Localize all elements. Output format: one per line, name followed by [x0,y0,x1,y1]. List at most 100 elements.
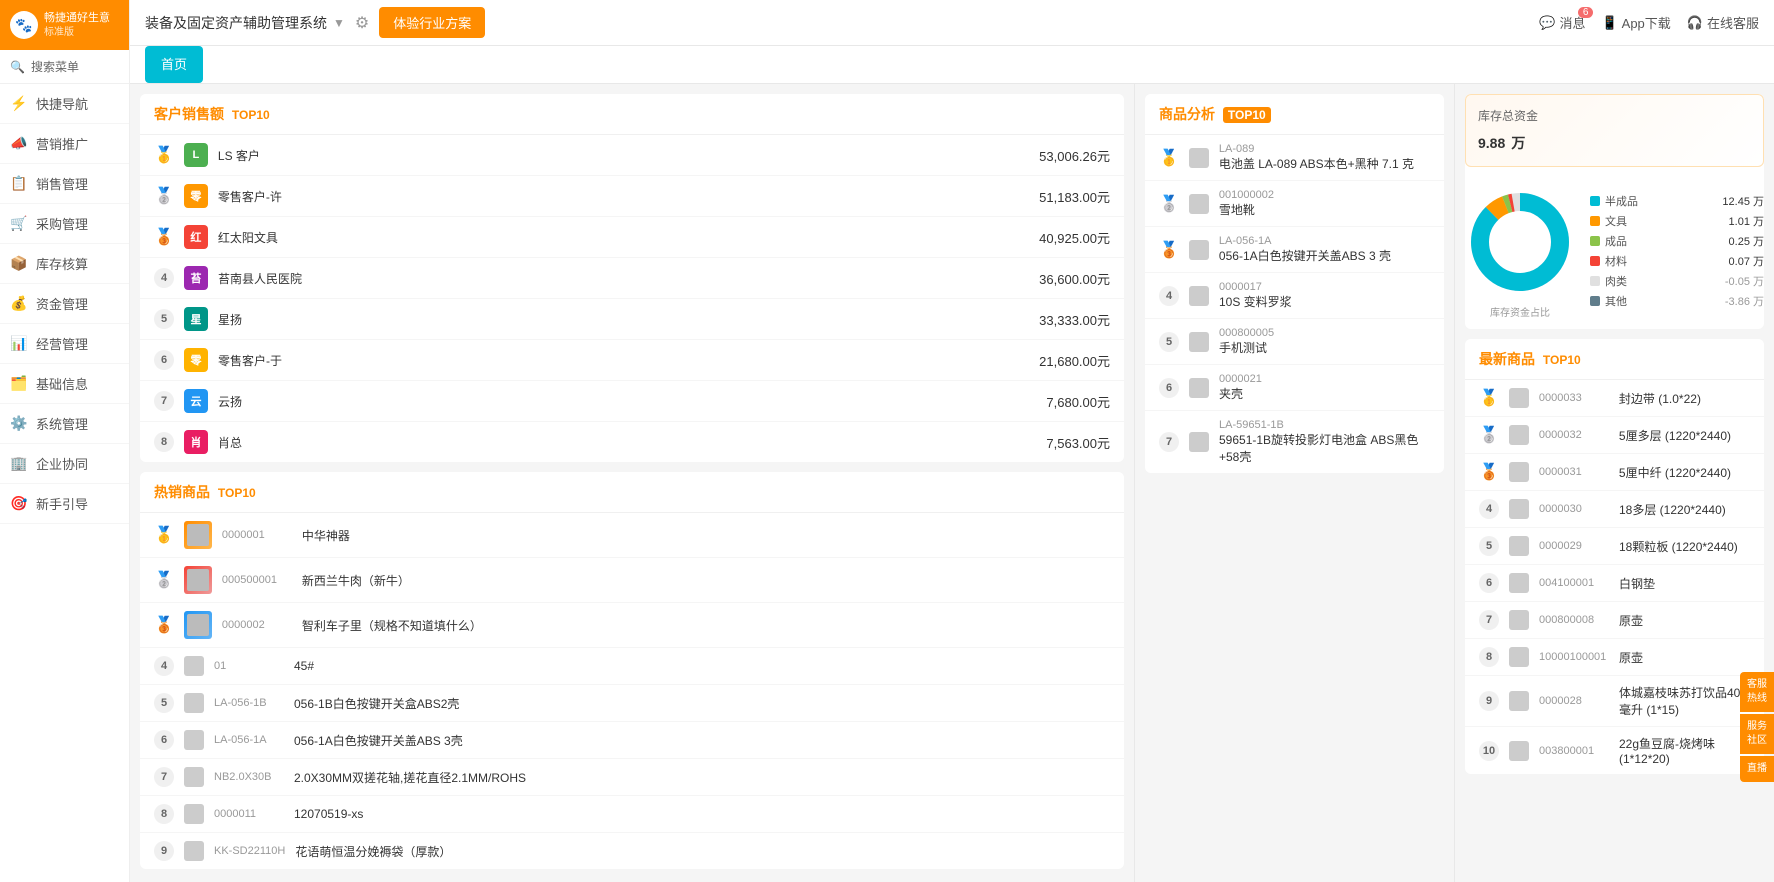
customer-amount-1: 53,006.26元 [1039,146,1110,165]
sidebar-item-inventory[interactable]: 📦 库存核算 [0,244,129,284]
search-menu-label: 搜索菜单 [31,58,79,75]
legend-name-1: 文具 [1605,213,1627,229]
product-img-7 [184,767,204,787]
hot-product-code-2: 000500001 [222,574,292,586]
hot-products-card: 热销商品 TOP10 🥇 0000001 中华神器 🥈 [140,472,1124,869]
hot-product-name-9: 花语萌恒温分娩褥袋（厚款） [295,843,1110,860]
float-btn-live[interactable]: 直播 [1740,756,1774,782]
hot-rank-5: 5 [154,693,174,713]
system-title-area: 装备及固定资产辅助管理系统 ▼ [145,13,345,33]
sidebar-item-finance[interactable]: 💰 资金管理 [0,284,129,324]
inventory-chart-container: 库存资金占比 半成品 12.45 万 [1465,177,1764,329]
tab-home[interactable]: 首页 [145,46,203,83]
float-btn-community[interactable]: 服务社区 [1740,714,1774,754]
gold-medal-icon: 🥇 [154,145,174,165]
inv-img-4 [1189,286,1209,306]
hot-product-name-1: 中华神器 [302,527,1110,544]
hot-product-item-1: 🥇 0000001 中华神器 [140,513,1124,558]
customer-amount-7: 7,680.00元 [1046,392,1110,411]
customer-item-8: 8 肖 肖总 7,563.00元 [140,422,1124,462]
nav-label-basic: 基础信息 [36,374,88,393]
hot-product-code-9: KK-SD22110H [214,845,285,857]
sidebar-item-basic[interactable]: 🗂️ 基础信息 [0,364,129,404]
inventory-analysis-card: 商品分析 TOP10 🥇 LA-089 电池盖 LA-089 ABS本色+黑种 … [1145,94,1444,473]
nav-label-enterprise: 企业协同 [36,454,88,473]
sidebar: 🐾 畅捷通好生意 标准版 🔍 搜索菜单 ⚡ 快捷导航 📣 营销推广 📋 销售管理… [0,0,130,882]
customer-avatar-3: 红 [184,225,208,249]
online-service-action[interactable]: 🎧 在线客服 [1687,13,1759,32]
legend-dot-5 [1590,296,1600,306]
hot-silver-medal-icon: 🥈 [154,570,174,590]
hot-rank-8: 8 [154,804,174,824]
inv-item-2: 🥈 001000002 雪地靴 [1145,181,1444,227]
legend-name-5: 其他 [1605,293,1627,309]
inv-name-2: 雪地靴 [1219,201,1430,218]
customer-amount-6: 21,680.00元 [1039,351,1110,370]
customer-avatar-2: 零 [184,184,208,208]
phone-icon: 📱 [1601,15,1617,31]
message-action[interactable]: 💬 消息 6 [1539,13,1585,32]
inv-img-7 [1189,432,1209,452]
new-rank-7: 7 [1479,610,1499,630]
settings-icon[interactable]: ⚙ [355,13,369,33]
customer-amount-8: 7,563.00元 [1046,433,1110,452]
hot-product-item-9: 9 KK-SD22110H 花语萌恒温分娩褥袋（厚款） [140,833,1124,869]
hot-product-item-2: 🥈 000500001 新西兰牛肉（新牛） [140,558,1124,603]
chart-legend: 半成品 12.45 万 文具 1.01 万 [1590,193,1764,313]
hot-product-name-8: 12070519-xs [294,807,1110,821]
customer-avatar-6: 零 [184,348,208,372]
inventory-total-label: 库存总资金 [1478,107,1751,124]
customer-name-8: 肖总 [218,434,1036,451]
inv-item-3: 🥉 LA-056-1A 056-1A白色按键开关盖ABS 3 壳 [1145,227,1444,273]
product-img-8 [184,804,204,824]
customer-ranking-card: 客户销售额 TOP10 🥇 L LS 客户 53,006.26元 🥈 [140,94,1124,462]
topbar: 装备及固定资产辅助管理系统 ▼ ⚙ 体验行业方案 💬 消息 6 📱 App下载 … [130,0,1774,46]
rank-5: 5 [154,309,174,329]
hot-product-code-8: 0000011 [214,808,284,820]
new-img-5 [1509,536,1529,556]
product-img-2 [184,566,212,594]
sidebar-item-enterprise[interactable]: 🏢 企业协同 [0,444,129,484]
new-product-7: 7 000800008 原壶 [1465,602,1764,639]
customer-ranking-title: 客户销售额 TOP10 [154,104,270,124]
message-icon: 💬 [1539,15,1555,31]
new-rank-8: 8 [1479,647,1499,667]
customer-avatar-5: 星 [184,307,208,331]
trial-button[interactable]: 体验行业方案 [379,7,485,38]
hot-product-code-1: 0000001 [222,529,292,541]
sidebar-item-guide[interactable]: 🎯 新手引导 [0,484,129,524]
app-download-action[interactable]: 📱 App下载 [1601,13,1670,32]
hot-bronze-medal-icon: 🥉 [154,615,174,635]
guide-icon: 🎯 [10,495,28,513]
sidebar-item-purchase[interactable]: 🛒 采购管理 [0,204,129,244]
sidebar-item-system[interactable]: ⚙️ 系统管理 [0,404,129,444]
inv-rank-7: 7 [1159,432,1179,452]
nav-label-system: 系统管理 [36,414,88,433]
hot-product-name-3: 智利车子里（规格不知道填什么） [302,617,1110,634]
hot-product-item-7: 7 NB2.0X30B 2.0X30MM双搓花轴,搓花直径2.1MM/ROHS [140,759,1124,796]
legend-item-2: 成品 0.25 万 [1590,233,1764,249]
inv-img-1 [1189,148,1209,168]
product-img-1 [184,521,212,549]
sidebar-item-sales[interactable]: 📋 销售管理 [0,164,129,204]
system-title: 装备及固定资产辅助管理系统 [145,13,327,33]
customer-name-1: LS 客户 [218,147,1029,164]
inv-code-7: LA-59651-1B [1219,419,1430,431]
float-btn-hotline[interactable]: 客服热线 [1740,672,1774,712]
new-product-code-6: 004100001 [1539,577,1609,589]
legend-name-3: 材料 [1605,253,1627,269]
hot-products-title: 热销商品 TOP10 [154,482,256,502]
sidebar-item-operations[interactable]: 📊 经营管理 [0,324,129,364]
basic-icon: 🗂️ [10,375,28,393]
new-gold-medal: 🥇 [1479,388,1499,408]
sidebar-item-quick[interactable]: ⚡ 快捷导航 [0,84,129,124]
search-menu-item[interactable]: 🔍 搜索菜单 [0,50,129,84]
rank-4: 4 [154,268,174,288]
sidebar-item-marketing[interactable]: 📣 营销推广 [0,124,129,164]
inv-item-5: 5 000800005 手机测试 [1145,319,1444,365]
donut-chart [1465,187,1575,297]
new-product-5: 5 0000029 18颗粒板 (1220*2440) [1465,528,1764,565]
customer-name-4: 苔南县人民医院 [218,270,1029,287]
new-product-name-2: 5厘多层 (1220*2440) [1619,427,1750,444]
system-icon: ⚙️ [10,415,28,433]
